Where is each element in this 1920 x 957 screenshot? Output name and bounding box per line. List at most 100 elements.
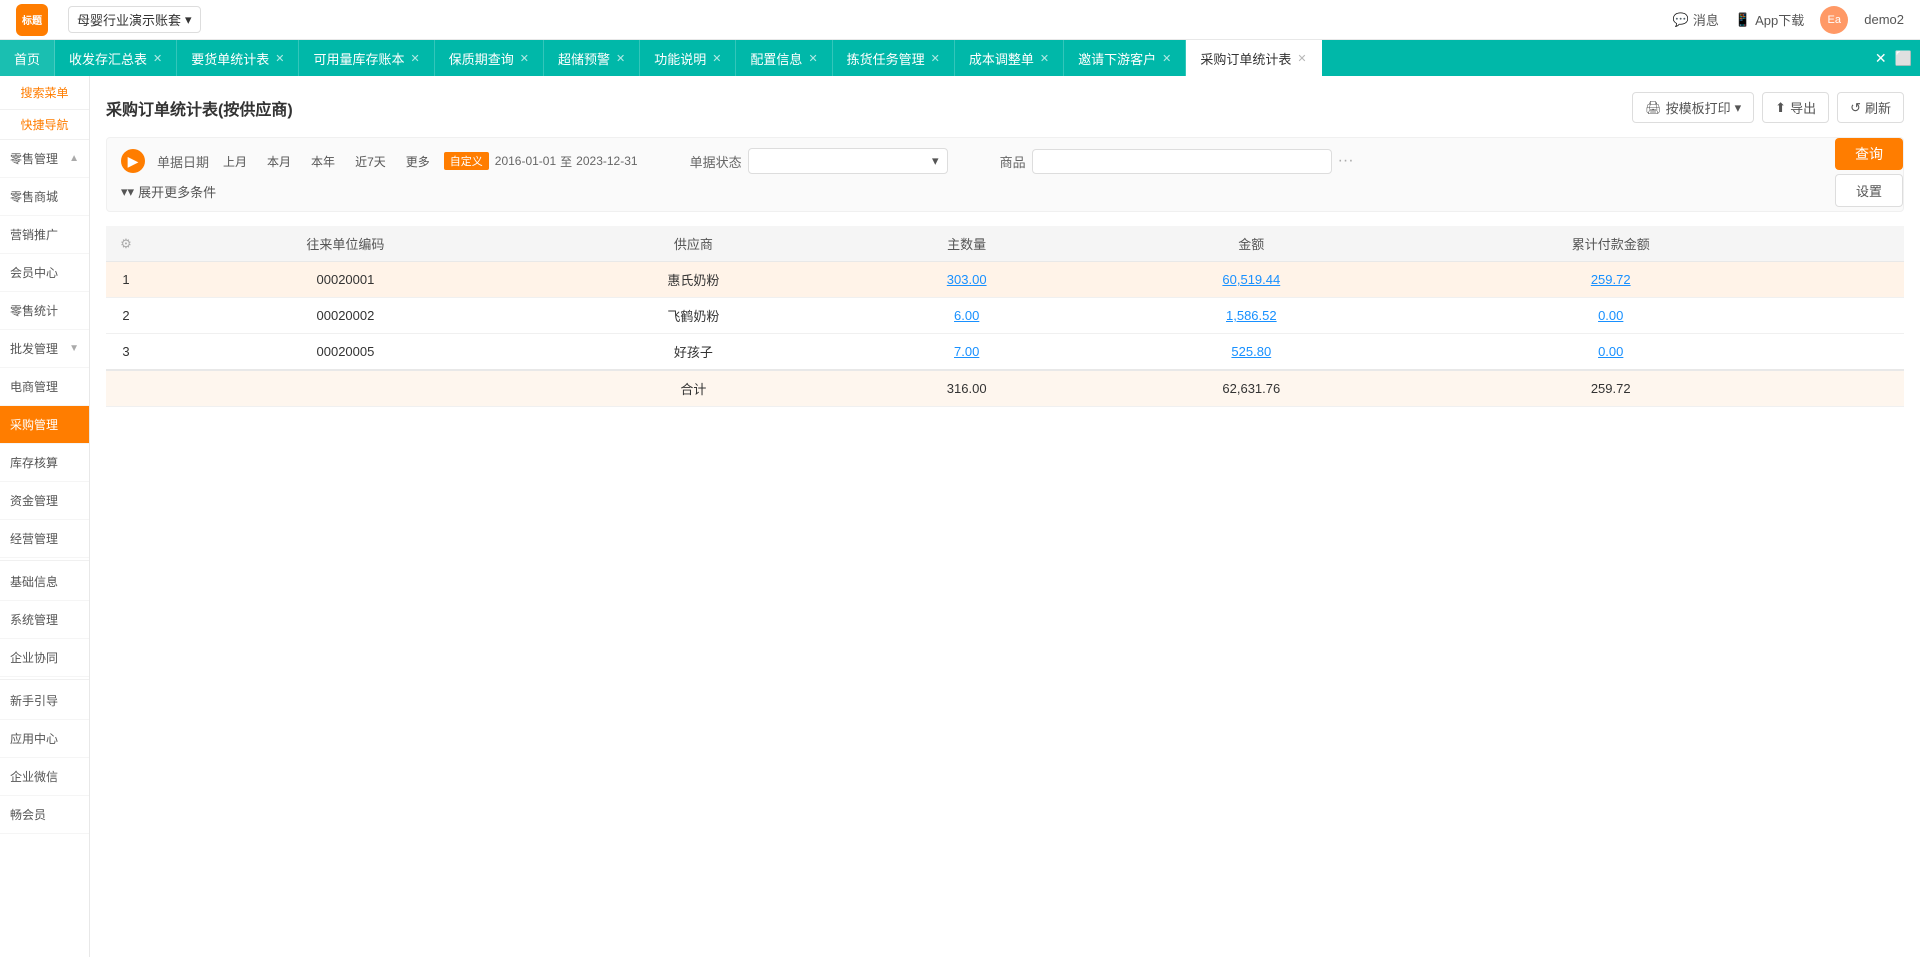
- close-window-icon[interactable]: ✕: [1875, 50, 1887, 67]
- custom-date-tag: 自定义: [444, 152, 489, 170]
- sidebar-item-yingxiaotuiguang[interactable]: 营销推广: [0, 216, 89, 254]
- sidebar-item-yingyongzhongxin[interactable]: 应用中心: [0, 720, 89, 758]
- cell-code: 00020005: [146, 334, 545, 371]
- sidebar-item-jingying[interactable]: 经营管理: [0, 520, 89, 558]
- expand-more-btn[interactable]: ▾▾ 展开更多条件: [121, 182, 1889, 201]
- message-btn[interactable]: 💬 消息: [1673, 10, 1719, 29]
- sidebar-item-lingshoutongji[interactable]: 零售统计: [0, 292, 89, 330]
- tab-kuohuorenwu[interactable]: 拣货任务管理 ✕: [833, 40, 955, 76]
- quantity-link[interactable]: 7.00: [954, 344, 979, 359]
- amount-link[interactable]: 1,586.52: [1226, 308, 1277, 323]
- refresh-button[interactable]: ↺ 刷新: [1837, 92, 1904, 123]
- cell-quantity: 6.00: [842, 298, 1091, 334]
- cell-code: 00020002: [146, 298, 545, 334]
- shortcut-more[interactable]: 更多: [398, 151, 438, 172]
- message-label: 消息: [1693, 10, 1719, 29]
- settings-icon[interactable]: ⚙: [120, 236, 132, 251]
- close-icon[interactable]: ✕: [411, 52, 420, 65]
- amount-link[interactable]: 60,519.44: [1222, 272, 1280, 287]
- col-amount: 金额: [1091, 226, 1411, 262]
- status-select[interactable]: ▾: [748, 148, 948, 174]
- maximize-icon[interactable]: ⬜: [1895, 50, 1912, 67]
- sidebar-item-xitong[interactable]: 系统管理: [0, 601, 89, 639]
- filter-group-date: 单据日期 上月 本月 本年 近7天 更多 自定义 2016-01-01 至: [157, 151, 638, 172]
- sidebar-item-qiyeweixin[interactable]: 企业微信: [0, 758, 89, 796]
- filter-area: ▶ 单据日期 上月 本月 本年 近7天 更多 自定义 2016-01-01: [106, 137, 1904, 212]
- shortcut-ben-nian[interactable]: 本年: [303, 151, 343, 172]
- shortcut-7-days[interactable]: 近7天: [347, 151, 394, 172]
- sidebar-item-search[interactable]: 搜索菜单: [0, 76, 89, 110]
- sidebar-item-pifaguanli[interactable]: 批发管理 ▼: [0, 330, 89, 368]
- more-options-icon[interactable]: ···: [1338, 152, 1354, 170]
- sidebar-item-caigouguanli[interactable]: 采购管理: [0, 406, 89, 444]
- page-header: 采购订单统计表(按供应商) 🖨 按模板打印 ▾ ⬆ 导出 ↺ 刷新: [106, 92, 1904, 123]
- tab-home-label: 首页: [14, 49, 40, 68]
- table-row: 1 00020001 惠氏奶粉 303.00 60,519.44 259.72: [106, 262, 1904, 298]
- footer-amount: 62,631.76: [1091, 370, 1411, 407]
- tab-chaochuyujing[interactable]: 超储预警 ✕: [544, 40, 640, 76]
- logo-area: 标题: [16, 4, 48, 36]
- account-selector[interactable]: 母婴行业演示账套 ▾: [68, 6, 201, 33]
- tab-home[interactable]: 首页: [0, 40, 55, 76]
- date-separator: 至: [560, 153, 572, 170]
- footer-label-text: 合计: [545, 370, 842, 407]
- tab-peizhi[interactable]: 配置信息 ✕: [736, 40, 832, 76]
- col-extra: [1810, 226, 1904, 262]
- shortcut-ben-yue[interactable]: 本月: [259, 151, 299, 172]
- goods-input[interactable]: [1032, 149, 1332, 174]
- paid-link[interactable]: 0.00: [1598, 308, 1623, 323]
- close-icon[interactable]: ✕: [931, 52, 940, 65]
- sidebar-item-ziinguanli[interactable]: 资金管理: [0, 482, 89, 520]
- sidebar-item-diansguanli[interactable]: 电商管理: [0, 368, 89, 406]
- sidebar-item-xinshouyindao[interactable]: 新手引导: [0, 682, 89, 720]
- close-icon[interactable]: ✕: [275, 52, 284, 65]
- close-icon[interactable]: ✕: [808, 52, 817, 65]
- sidebar-label-lingshougshangcheng: 零售商城: [10, 188, 58, 205]
- print-chevron-icon: ▾: [1735, 100, 1742, 116]
- date-to: 2023-12-31: [576, 154, 637, 168]
- tab-chengbentiaozhen[interactable]: 成本调整单 ✕: [955, 40, 1064, 76]
- amount-link[interactable]: 525.80: [1231, 344, 1271, 359]
- tab-yaoqingxiayou[interactable]: 邀请下游客户 ✕: [1064, 40, 1186, 76]
- sidebar-item-jichu[interactable]: 基础信息: [0, 563, 89, 601]
- sidebar-label-kucunhesuan: 库存核算: [10, 454, 58, 471]
- sidebar-label-pifaguanli: 批发管理: [10, 340, 58, 357]
- tab-caigoutongjibiao[interactable]: 采购订单统计表 ✕: [1186, 40, 1321, 76]
- close-icon[interactable]: ✕: [616, 52, 625, 65]
- sidebar-item-qiyexietong[interactable]: 企业协同: [0, 639, 89, 677]
- sidebar-item-changhui[interactable]: 畅会员: [0, 796, 89, 834]
- sidebar-item-kucunhesuan[interactable]: 库存核算: [0, 444, 89, 482]
- close-icon[interactable]: ✕: [712, 52, 721, 65]
- avatar[interactable]: Ea: [1820, 6, 1848, 34]
- shortcut-shang-yue[interactable]: 上月: [215, 151, 255, 172]
- tab-baozhiqi[interactable]: 保质期查询 ✕: [435, 40, 544, 76]
- close-icon[interactable]: ✕: [1297, 52, 1306, 65]
- filter-toggle-btn[interactable]: ▶: [121, 149, 145, 173]
- sidebar-label-jichu: 基础信息: [10, 573, 58, 590]
- sidebar-item-huiyuanzhongxin[interactable]: 会员中心: [0, 254, 89, 292]
- app-download-btn[interactable]: 📱 App下载: [1735, 10, 1804, 29]
- tab-kecunkubenzhang[interactable]: 可用量库存账本 ✕: [299, 40, 434, 76]
- cell-index: 1: [106, 262, 146, 298]
- quantity-link[interactable]: 303.00: [947, 272, 987, 287]
- tab-yaohuosummary[interactable]: 要货单统计表 ✕: [177, 40, 299, 76]
- close-icon[interactable]: ✕: [1162, 52, 1171, 65]
- settings-button[interactable]: 设置: [1835, 174, 1903, 207]
- close-icon[interactable]: ✕: [153, 52, 162, 65]
- tab-shoufasummary[interactable]: 收发存汇总表 ✕: [55, 40, 177, 76]
- sidebar-item-lingshouguan[interactable]: 零售管理 ▲: [0, 140, 89, 178]
- paid-link[interactable]: 0.00: [1598, 344, 1623, 359]
- export-button[interactable]: ⬆ 导出: [1762, 92, 1829, 123]
- printer-icon: 🖨: [1645, 100, 1662, 116]
- footer-paid: 259.72: [1411, 370, 1810, 407]
- sidebar-item-quicknav[interactable]: 快捷导航: [0, 110, 89, 140]
- query-button[interactable]: 查询: [1835, 138, 1903, 170]
- close-icon[interactable]: ✕: [1040, 52, 1049, 65]
- phone-icon: 📱: [1735, 12, 1751, 28]
- close-icon[interactable]: ✕: [520, 52, 529, 65]
- print-button[interactable]: 🖨 按模板打印 ▾: [1632, 92, 1754, 123]
- paid-link[interactable]: 259.72: [1591, 272, 1631, 287]
- quantity-link[interactable]: 6.00: [954, 308, 979, 323]
- sidebar-item-lingshougshangcheng[interactable]: 零售商城: [0, 178, 89, 216]
- tab-gongnengshuo[interactable]: 功能说明 ✕: [640, 40, 736, 76]
